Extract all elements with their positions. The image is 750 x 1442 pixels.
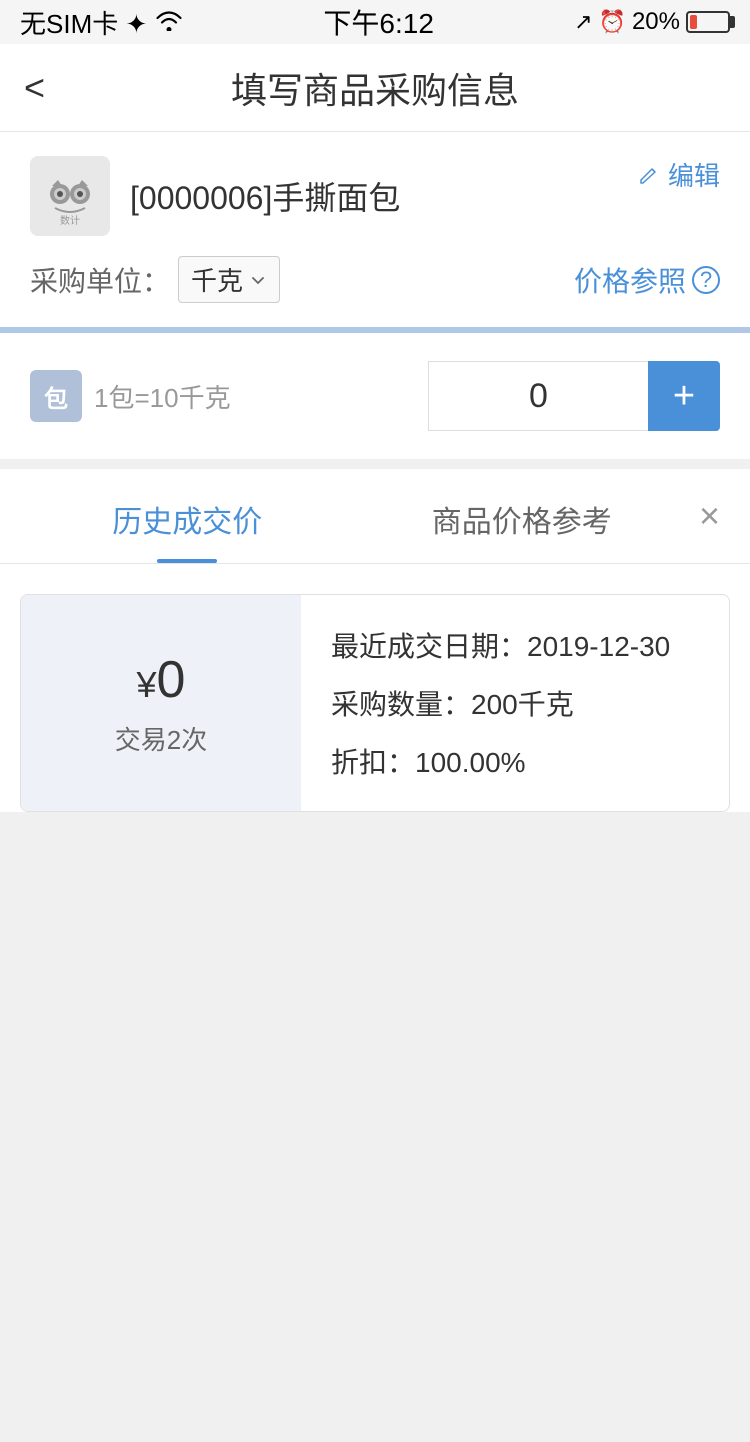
recent-date-label: 最近成交日期： — [331, 631, 527, 662]
history-details: 最近成交日期：2019-12-30 采购数量：200千克 折扣：100.00% — [301, 595, 729, 811]
product-name: [0000006]手撕面包 — [130, 173, 400, 219]
tab-history-price[interactable]: 历史成交价 — [20, 469, 354, 563]
status-bar: 无SIM卡 ✦ 下午6:12 ↗ ⏰ 20% — [0, 0, 750, 44]
carrier-text: 无SIM卡 ✦ — [20, 4, 147, 41]
edit-label: 编辑 — [668, 156, 720, 193]
battery-percent: 20% — [632, 8, 680, 36]
history-price-value: ¥0 — [137, 650, 186, 710]
nav-bar: < 填写商品采购信息 — [0, 44, 750, 132]
page-title: 填写商品采购信息 — [231, 62, 519, 114]
back-button[interactable]: < — [24, 67, 45, 109]
product-unit-row: 采购单位： 千克 价格参照 ? — [30, 256, 720, 303]
price-ref-label: 价格参照 — [574, 260, 686, 300]
wifi-icon — [155, 7, 183, 38]
price-ref-button[interactable]: 价格参照 ? — [574, 260, 720, 300]
discount-label: 折扣： — [331, 747, 415, 778]
unit-label: 采购单位： — [30, 260, 170, 300]
price-ref-icon: ? — [692, 266, 720, 294]
status-right: ↗ ⏰ 20% — [574, 8, 730, 36]
qty-value: 0 — [529, 377, 548, 416]
status-time: 下午6:12 — [323, 2, 434, 42]
history-price-left: ¥0 交易2次 — [21, 595, 301, 811]
qty-input[interactable]: 0 — [428, 361, 648, 431]
tabs-panel: 历史成交价 商品价格参考 × ¥0 交易2次 最近成交日期：2019-12-30… — [0, 469, 750, 812]
close-button[interactable]: × — [689, 495, 730, 537]
alarm-icon: ⏰ — [599, 9, 626, 35]
qty-unit-info: 包 1包=10千克 — [30, 370, 231, 422]
yen-symbol: ¥ — [137, 664, 157, 705]
edit-button[interactable]: 编辑 — [638, 156, 720, 193]
product-card: 数计 [0000006]手撕面包 编辑 采购单位： 千克 — [0, 132, 750, 327]
status-left: 无SIM卡 ✦ — [20, 4, 183, 41]
discount-value: 100.00% — [415, 747, 526, 778]
purchase-qty-row: 采购数量：200千克 — [331, 683, 699, 723]
recent-date-value: 2019-12-30 — [527, 631, 670, 662]
purchase-qty-label: 采购数量： — [331, 689, 471, 720]
qty-unit-badge: 包 — [30, 370, 82, 422]
quantity-row: 包 1包=10千克 0 + — [0, 333, 750, 459]
discount-row: 折扣：100.00% — [331, 741, 699, 781]
main-content — [0, 842, 750, 1442]
recent-date-row: 最近成交日期：2019-12-30 — [331, 625, 699, 665]
product-header: 数计 [0000006]手撕面包 编辑 — [30, 156, 720, 236]
unit-select[interactable]: 千克 — [178, 256, 280, 303]
battery-icon — [686, 11, 730, 33]
product-logo: 数计 — [30, 156, 110, 236]
location-icon: ↗ — [574, 9, 592, 35]
qty-plus-button[interactable]: + — [648, 361, 720, 431]
qty-controls: 0 + — [428, 361, 720, 431]
tab-price-reference[interactable]: 商品价格参考 — [354, 469, 688, 563]
product-left: 数计 [0000006]手撕面包 — [30, 156, 400, 236]
unit-value: 千克 — [191, 261, 243, 298]
history-card: ¥0 交易2次 最近成交日期：2019-12-30 采购数量：200千克 折扣：… — [20, 594, 730, 812]
qty-unit-desc: 1包=10千克 — [94, 378, 231, 415]
svg-text:数计: 数计 — [60, 214, 80, 226]
plus-icon: + — [673, 375, 695, 418]
history-trade-count: 交易2次 — [115, 720, 207, 757]
tabs-header: 历史成交价 商品价格参考 × — [0, 469, 750, 564]
purchase-qty-value: 200千克 — [471, 689, 574, 720]
